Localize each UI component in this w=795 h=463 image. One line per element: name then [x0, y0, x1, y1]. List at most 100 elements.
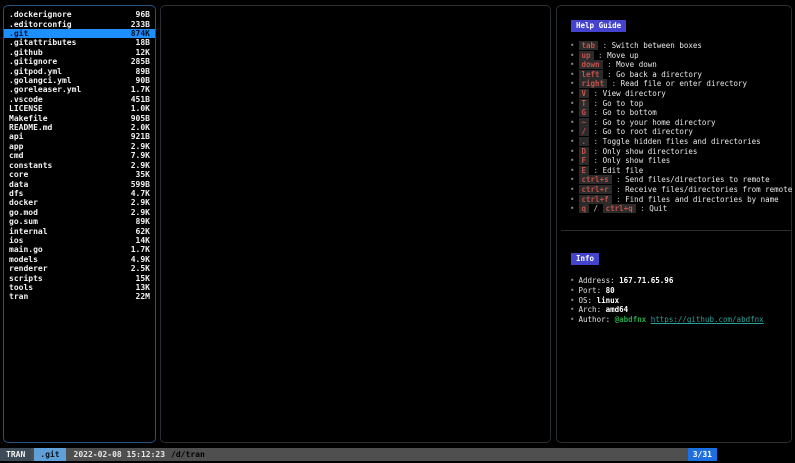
help-entry: • down : Move down [570, 60, 791, 70]
info-title: Info [571, 253, 600, 265]
desc-separator: : [589, 108, 603, 118]
file-name: .git [9, 29, 29, 39]
file-row[interactable]: tran 22M [4, 292, 155, 301]
key-chip: F [578, 156, 590, 166]
file-row[interactable]: renderer 2.5K [4, 264, 155, 273]
info-label: Address: [578, 276, 620, 285]
file-row[interactable]: scripts 15K [4, 273, 155, 283]
key-chip: right [578, 79, 608, 89]
bullet-icon: • [570, 98, 575, 108]
author-github-link[interactable]: https://github.com/abdfnx [651, 315, 764, 324]
file-row[interactable]: .gitpod.yml 89B [4, 66, 155, 76]
help-entry: • right : Read file or enter directory [570, 79, 791, 89]
key-chip: ctrl+f [578, 194, 612, 204]
file-row[interactable]: go.mod 2.9K [4, 208, 155, 217]
file-row[interactable]: .goreleaser.yml 1.7K [4, 85, 155, 94]
file-row[interactable]: cmd 7.9K [4, 151, 155, 160]
desc-separator: : [589, 127, 603, 137]
file-name: scripts [9, 273, 43, 283]
bullet-icon: • [570, 204, 575, 214]
file-row[interactable]: tools 13K [4, 283, 155, 292]
file-row[interactable]: .golangci.yml 90B [4, 76, 155, 85]
info-list: • Address: 167.71.65.96 • Port: 80 • OS: linu… [570, 276, 764, 325]
help-entry: • G : Go to bottom [570, 108, 791, 118]
help-description: Receive files/directories from remote [625, 184, 793, 194]
status-bar: TRAN .git 2022-02-08 15:12:23 /d/tran 3/… [0, 448, 717, 461]
file-name: ios [9, 235, 24, 245]
help-guide-title: Help Guide [571, 20, 627, 32]
help-entry: • E : Edit file [570, 165, 791, 176]
file-row[interactable]: api 921B [4, 132, 155, 141]
info-value: 167.71.65.96 [619, 276, 674, 285]
file-row[interactable]: .gitattributes 18B [4, 38, 155, 47]
file-row[interactable]: data 599B [4, 179, 155, 189]
key-chip: T [578, 98, 590, 108]
file-size: 2.9K [130, 207, 150, 217]
info-label: Author: [578, 315, 615, 325]
file-row[interactable]: ios 14K [4, 236, 155, 245]
file-row[interactable]: LICENSE 1.0K [4, 104, 155, 113]
file-row[interactable]: .editorconfig 233B [4, 19, 155, 29]
file-row[interactable]: internal 62K [4, 226, 155, 236]
file-row[interactable]: constants 2.9K [4, 161, 155, 170]
file-name: constants [9, 160, 53, 170]
file-name: .golangci.yml [9, 76, 72, 86]
file-row[interactable]: dfs 4.7K [4, 189, 155, 198]
info-value: amd64 [605, 305, 629, 315]
help-entry: • V : View directory [570, 88, 791, 99]
info-label: Arch: [578, 305, 606, 315]
info-item: • Author: @abdfnx https://github.com/abdf… [570, 315, 764, 325]
info-item: • OS: linux [570, 296, 764, 306]
file-row[interactable]: main.go 1.7K [4, 245, 155, 254]
file-row[interactable]: app 2.9K [4, 142, 155, 151]
file-name: docker [9, 198, 38, 208]
help-list: • tab : Switch between boxes • up : Move up… [557, 41, 793, 214]
desc-separator: : [635, 204, 650, 214]
file-row-selected[interactable]: .git 874K [4, 28, 155, 39]
file-row[interactable]: .dockerignore 96B [4, 10, 155, 19]
file-size: 90B [135, 76, 150, 86]
key-chip: . [578, 136, 590, 146]
bullet-icon: • [570, 295, 575, 305]
file-name: README.md [9, 123, 53, 133]
help-entry: • ctrl+r : Receive files/directories from… [570, 184, 793, 195]
bullet-icon: • [570, 276, 575, 285]
key-chip: ctrl+q [602, 204, 636, 214]
file-row[interactable]: models 4.9K [4, 255, 155, 264]
file-size: 451B [130, 94, 150, 104]
file-size: 285B [130, 57, 150, 67]
desc-separator: : [589, 88, 603, 98]
preview-pane [160, 5, 551, 443]
info-item: • Address: 167.71.65.96 [570, 276, 764, 286]
help-description: Only show files [602, 156, 671, 166]
file-row[interactable]: docker 2.9K [4, 198, 155, 207]
file-name: .dockerignore [9, 10, 72, 20]
file-size: 1.7K [130, 245, 150, 255]
desc-separator: : [589, 117, 603, 127]
info-label: OS: [578, 295, 597, 305]
file-row[interactable]: .gitignore 285B [4, 57, 155, 66]
help-entry: • ctrl+f : Find files and directories by … [570, 194, 791, 205]
help-entry: • tab : Switch between boxes [570, 41, 791, 51]
file-size: 921B [130, 132, 150, 142]
file-row[interactable]: README.md 2.0K [4, 123, 155, 132]
key-chip: D [578, 146, 590, 156]
file-row[interactable]: go.sum 89K [4, 217, 155, 226]
file-name: models [9, 254, 38, 264]
file-row[interactable]: Makefile 905B [4, 113, 155, 123]
help-entry: • q / ctrl+q : Quit [570, 204, 791, 214]
file-row[interactable]: core 35K [4, 170, 155, 179]
file-row[interactable]: .vscode 451B [4, 95, 155, 104]
desc-separator: : [602, 69, 617, 79]
help-entry: • T : Go to top [570, 98, 791, 109]
file-browser-pane: .dockerignore 96B .editorconfig 233B .git 874… [3, 5, 156, 443]
help-description: Go back a directory [616, 69, 702, 79]
file-size: 96B [135, 10, 150, 20]
file-row[interactable]: .github 12K [4, 48, 155, 57]
file-size: 2.9K [130, 198, 150, 208]
tran-terminal-app: { "file_panel": { "selected_index": 2, "… [0, 0, 795, 463]
file-size: 874K [130, 29, 150, 39]
file-size: 7.9K [130, 151, 150, 161]
file-name: .editorconfig [9, 19, 72, 29]
file-size: 905B [130, 113, 150, 123]
